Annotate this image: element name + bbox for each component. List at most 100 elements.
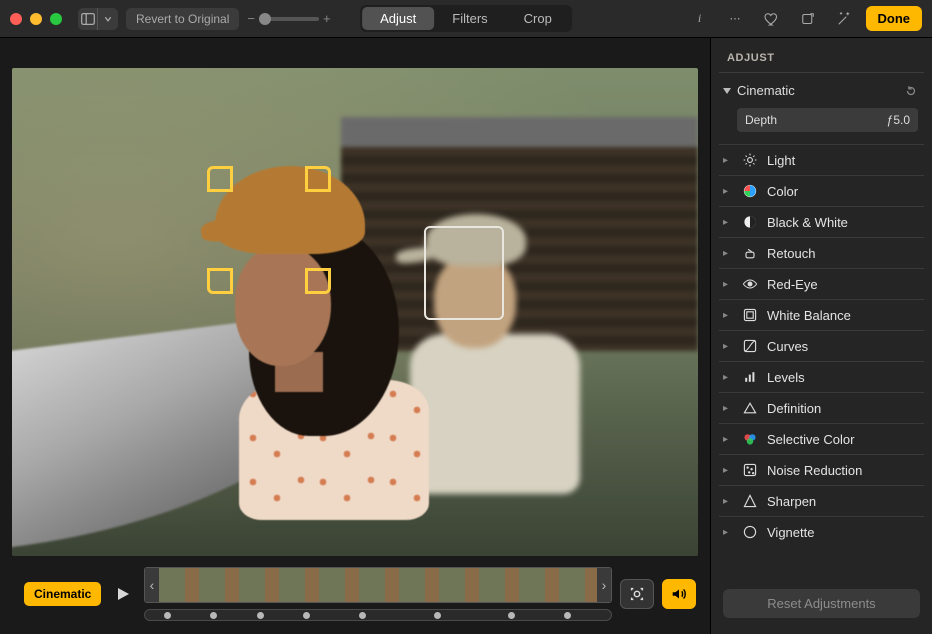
favorite-button[interactable] xyxy=(758,6,786,32)
adjustment-retouch[interactable]: ▸ Retouch xyxy=(719,237,924,268)
tab-adjust[interactable]: Adjust xyxy=(362,7,434,30)
chevron-right-icon: ▸ xyxy=(723,527,733,538)
noise-reduction-icon xyxy=(741,461,759,479)
selective-color-icon xyxy=(741,430,759,448)
sidebar-toggle[interactable] xyxy=(78,8,118,30)
chevron-right-icon: ▸ xyxy=(723,186,733,197)
bw-icon xyxy=(741,213,759,231)
depth-keyframe-track[interactable] xyxy=(144,609,612,621)
depth-label: Depth xyxy=(745,113,777,127)
timeline-area: ‹ › xyxy=(0,564,710,634)
adjustment-label: White Balance xyxy=(767,308,851,323)
adjustment-light[interactable]: ▸ Light xyxy=(719,144,924,175)
adjustment-curves[interactable]: ▸ Curves xyxy=(719,330,924,361)
reset-adjustments-button[interactable]: Reset Adjustments xyxy=(723,589,920,618)
filmstrip-thumbnails[interactable] xyxy=(159,568,597,602)
adjustment-noise-reduction[interactable]: ▸Noise Reduction xyxy=(719,454,924,485)
chevron-right-icon: ▸ xyxy=(723,155,733,166)
depth-keyframe[interactable] xyxy=(164,612,171,619)
adjustment-vignette[interactable]: ▸ Vignette xyxy=(719,516,924,547)
info-button[interactable]: i xyxy=(686,6,714,32)
depth-keyframe[interactable] xyxy=(210,612,217,619)
adjustment-label: Selective Color xyxy=(767,432,854,447)
primary-focus-indicator[interactable] xyxy=(207,166,331,294)
chevron-down-icon xyxy=(723,88,731,94)
adjustment-label: Vignette xyxy=(767,525,814,540)
adjustment-label: Curves xyxy=(767,339,808,354)
adjustment-label: Retouch xyxy=(767,246,815,261)
adjustment-selective-color[interactable]: ▸ Selective Color xyxy=(719,423,924,454)
curves-icon xyxy=(741,337,759,355)
vignette-icon xyxy=(741,523,759,541)
minimize-window[interactable] xyxy=(30,13,42,25)
close-window[interactable] xyxy=(10,13,22,25)
zoom-knob[interactable] xyxy=(259,13,271,25)
cinematic-section-header[interactable]: Cinematic xyxy=(719,73,924,104)
depth-value: ƒ5.0 xyxy=(887,113,910,127)
depth-keyframe[interactable] xyxy=(434,612,441,619)
adjustment-levels[interactable]: ▸Levels xyxy=(719,361,924,392)
audio-button[interactable] xyxy=(662,579,696,609)
chevron-right-icon: ▸ xyxy=(723,310,733,321)
chevron-right-icon: ▸ xyxy=(723,496,733,507)
adjust-sidebar: ADJUST Cinematic Depth ƒ5.0 ▸ Light ▸Color… xyxy=(710,38,932,634)
adjustment-label: Light xyxy=(767,153,795,168)
revert-to-original-button[interactable]: Revert to Original xyxy=(126,8,239,30)
sidebar-title: ADJUST xyxy=(719,48,924,73)
chevron-right-icon: ▸ xyxy=(723,465,733,476)
adjustment-white-balance[interactable]: ▸ White Balance xyxy=(719,299,924,330)
trim-end-handle[interactable]: › xyxy=(597,568,611,602)
adjustment-label: Definition xyxy=(767,401,821,416)
levels-icon xyxy=(741,368,759,386)
toolbar: Revert to Original − + Adjust Filters Cr… xyxy=(0,0,932,38)
retouch-icon xyxy=(741,244,759,262)
adjustment-definition[interactable]: ▸ Definition xyxy=(719,392,924,423)
sidebar-icon xyxy=(78,8,98,30)
tab-crop[interactable]: Crop xyxy=(506,7,570,30)
zoom-window[interactable] xyxy=(50,13,62,25)
done-button[interactable]: Done xyxy=(866,6,923,31)
auto-enhance-button[interactable] xyxy=(830,6,858,32)
light-icon xyxy=(741,151,759,169)
secondary-focus-indicator[interactable] xyxy=(424,226,504,320)
tab-filters[interactable]: Filters xyxy=(434,7,505,30)
adjustment-redeye[interactable]: ▸Red-Eye xyxy=(719,268,924,299)
adjustment-label: Levels xyxy=(767,370,805,385)
depth-keyframe[interactable] xyxy=(257,612,264,619)
sharpen-icon xyxy=(741,492,759,510)
depth-keyframe[interactable] xyxy=(508,612,515,619)
chevron-right-icon: ▸ xyxy=(723,434,733,445)
video-viewer[interactable] xyxy=(12,68,698,556)
chevron-right-icon: ▸ xyxy=(723,217,733,228)
zoom-track[interactable] xyxy=(259,17,319,21)
zoom-in-label: + xyxy=(323,11,331,26)
zoom-slider[interactable]: − + xyxy=(247,11,330,26)
edit-mode-segmented: Adjust Filters Crop xyxy=(360,5,572,32)
play-button[interactable] xyxy=(110,581,136,607)
cinematic-label: Cinematic xyxy=(737,83,795,98)
definition-icon xyxy=(741,399,759,417)
depth-keyframe[interactable] xyxy=(359,612,366,619)
reset-cinematic-icon[interactable] xyxy=(904,84,918,98)
chevron-right-icon: ▸ xyxy=(723,248,733,259)
more-button[interactable]: ⋯ xyxy=(722,6,750,32)
adjustment-sharpen[interactable]: ▸Sharpen xyxy=(719,485,924,516)
color-icon xyxy=(741,182,759,200)
depth-row[interactable]: Depth ƒ5.0 xyxy=(737,108,918,132)
focus-mode-button[interactable] xyxy=(620,579,654,609)
adjustment-label: Red-Eye xyxy=(767,277,818,292)
adjustment-label: Black & White xyxy=(767,215,848,230)
video-frame xyxy=(12,68,698,556)
adjustment-bw[interactable]: ▸ Black & White xyxy=(719,206,924,237)
depth-keyframe[interactable] xyxy=(564,612,571,619)
rotate-button[interactable] xyxy=(794,6,822,32)
redeye-icon xyxy=(741,275,759,293)
adjustment-color[interactable]: ▸Color xyxy=(719,175,924,206)
filmstrip[interactable]: ‹ › xyxy=(144,567,612,621)
chevron-right-icon: ▸ xyxy=(723,341,733,352)
window-controls xyxy=(10,13,62,25)
depth-keyframe[interactable] xyxy=(303,612,310,619)
cinematic-badge[interactable]: Cinematic xyxy=(24,582,101,606)
chevron-right-icon: ▸ xyxy=(723,403,733,414)
trim-start-handle[interactable]: ‹ xyxy=(145,568,159,602)
